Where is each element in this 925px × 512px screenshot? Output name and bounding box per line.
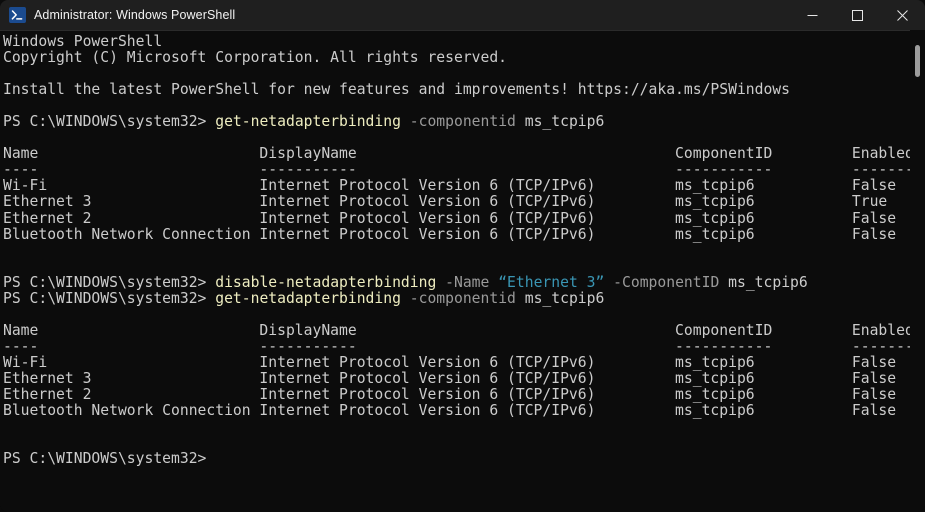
table-row: Ethernet 3 Internet Protocol Version 6 (… bbox=[3, 193, 888, 211]
cmdlet-name: get-netadapterbinding bbox=[215, 289, 401, 307]
table-row: Bluetooth Network Connection Internet Pr… bbox=[3, 225, 897, 243]
prompt-line-active: PS C:\WINDOWS\system32> bbox=[3, 451, 925, 467]
prompt-text: PS C:\WINDOWS\system32> bbox=[3, 289, 216, 307]
table-row: Ethernet 3 Internet Protocol Version 6 (… bbox=[3, 369, 897, 387]
table-row: Ethernet 2 Internet Protocol Version 6 (… bbox=[3, 386, 897, 404]
scrollbar-track[interactable] bbox=[910, 30, 925, 512]
cmdlet-parameter-componentid: -ComponentID bbox=[604, 273, 720, 291]
cmdlet-name: get-netadapterbinding bbox=[215, 113, 401, 131]
table-header-row: Name DisplayName ComponentID Enabled bbox=[3, 321, 914, 339]
console-output: Windows PowerShell Copyright (C) Microsof… bbox=[1, 33, 925, 467]
maximize-button[interactable] bbox=[835, 0, 880, 30]
cmdlet-name: disable-netadapterbinding bbox=[215, 273, 437, 291]
table-rule-row: ---- ----------- ----------- ------- bbox=[3, 337, 914, 355]
powershell-window: Administrator: Windows PowerShell Window… bbox=[0, 0, 925, 512]
table-header-row: Name DisplayName ComponentID Enabled bbox=[3, 145, 914, 163]
table-row: Wi-Fi Internet Protocol Version 6 (TCP/I… bbox=[3, 353, 897, 371]
table-rule-row: ---- ----------- ----------- ------- bbox=[3, 161, 914, 179]
table-row: Ethernet 2 Internet Protocol Version 6 (… bbox=[3, 209, 897, 227]
cmdlet-argument: ms_tcpip6 bbox=[515, 289, 605, 307]
cmdlet-parameter-name: -Name bbox=[436, 273, 490, 291]
cmdlet-parameter: -componentid bbox=[400, 289, 516, 307]
prompt-text: PS C:\WINDOWS\system32> bbox=[3, 113, 216, 131]
cmdlet-argument: ms_tcpip6 bbox=[719, 273, 808, 291]
command-line-get-netadapterbinding: PS C:\WINDOWS\system32> get-netadapterbi… bbox=[3, 114, 925, 130]
banner-line-1: Copyright (C) Microsoft Corporation. All… bbox=[3, 49, 508, 67]
scrollbar-thumb[interactable] bbox=[915, 45, 920, 77]
title-bar-left: Administrator: Windows PowerShell bbox=[0, 7, 790, 23]
cmdlet-argument: ms_tcpip6 bbox=[515, 113, 605, 131]
prompt-text: PS C:\WINDOWS\system32> bbox=[3, 273, 216, 291]
banner-line-0: Windows PowerShell bbox=[3, 33, 163, 50]
cmdlet-string-argument: “Ethernet 3” bbox=[489, 273, 605, 291]
window-controls bbox=[790, 0, 925, 30]
window-title: Administrator: Windows PowerShell bbox=[34, 8, 236, 22]
table-row: Bluetooth Network Connection Internet Pr… bbox=[3, 402, 897, 420]
cmdlet-parameter: -componentid bbox=[400, 113, 516, 131]
table-row: Wi-Fi Internet Protocol Version 6 (TCP/I… bbox=[3, 177, 897, 195]
terminal-area[interactable]: Windows PowerShell Copyright (C) Microsof… bbox=[0, 31, 925, 512]
window-bottom-edge bbox=[0, 506, 925, 512]
prompt-text: PS C:\WINDOWS\system32> bbox=[3, 450, 207, 468]
command-line-get-netadapterbinding: PS C:\WINDOWS\system32> get-netadapterbi… bbox=[3, 289, 925, 307]
upgrade-notice-line: Install the latest PowerShell for new fe… bbox=[3, 81, 790, 99]
minimize-button[interactable] bbox=[790, 0, 835, 30]
powershell-icon bbox=[9, 7, 26, 23]
close-button[interactable] bbox=[880, 0, 925, 30]
command-line-disable-netadapterbinding: PS C:\WINDOWS\system32> disable-netadapt… bbox=[3, 273, 925, 291]
title-bar[interactable]: Administrator: Windows PowerShell bbox=[0, 0, 925, 31]
